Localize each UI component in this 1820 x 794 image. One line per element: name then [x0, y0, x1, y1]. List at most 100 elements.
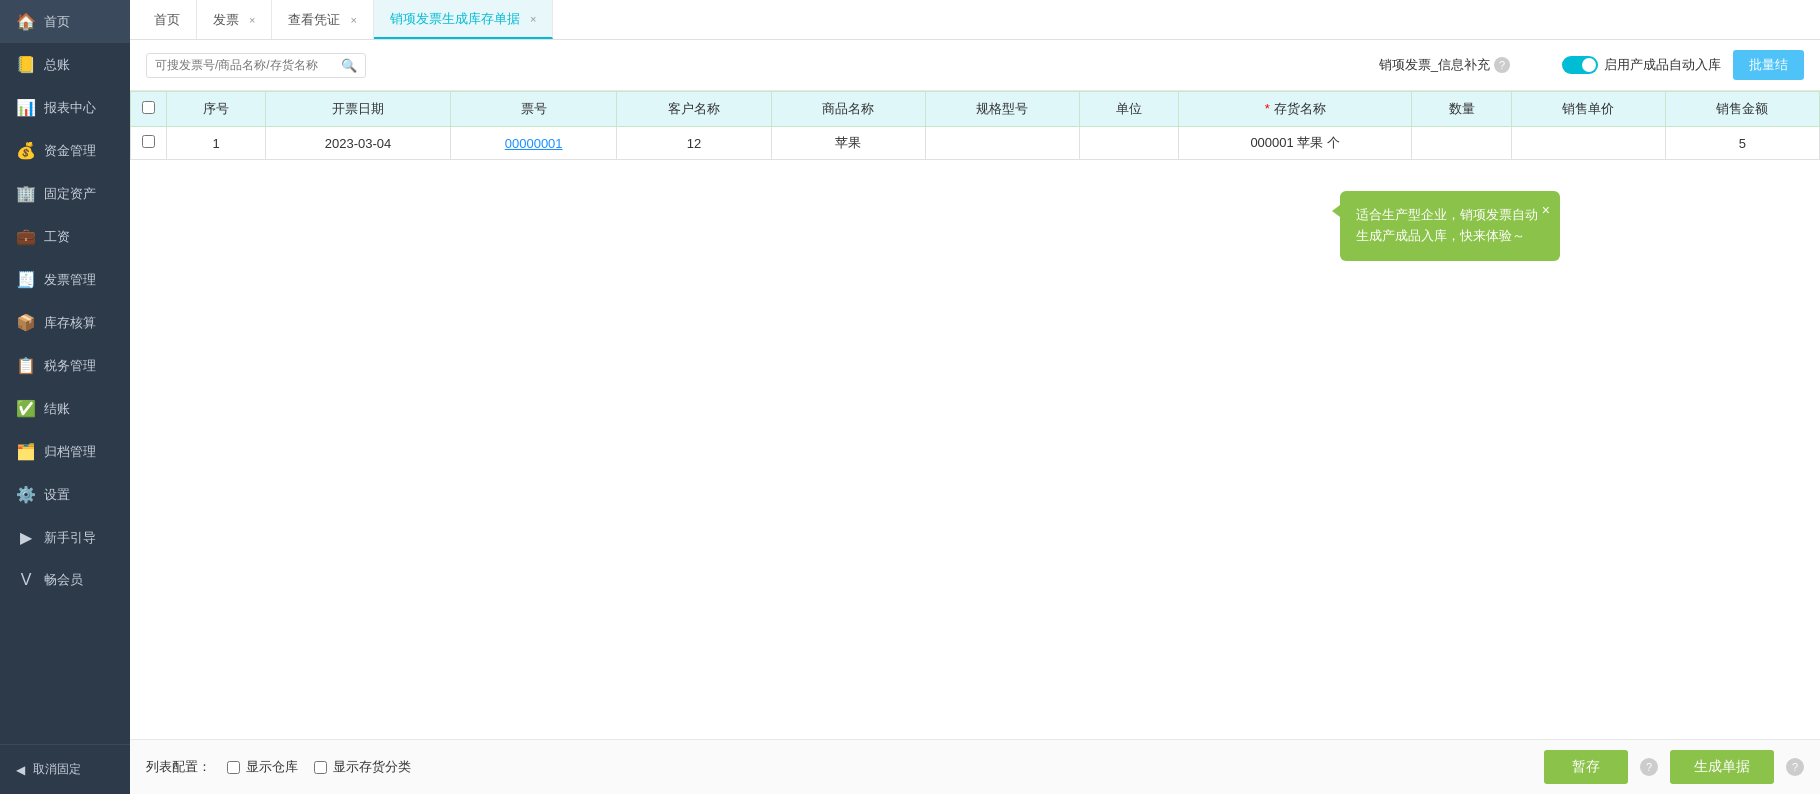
archive-icon: 🗂️	[16, 442, 36, 461]
sidebar-item-label: 固定资产	[44, 185, 96, 203]
toggle-label: 启用产成品自动入库	[1604, 56, 1721, 74]
table-wrap: 序号 开票日期 票号 客户名称 商品名称 规格型号 单位 存货名称 数量 销售单…	[130, 91, 1820, 739]
th-checkbox	[131, 92, 167, 127]
sidebar-item-report-center[interactable]: 📊 报表中心	[0, 86, 130, 129]
generate-help-icon[interactable]: ?	[1786, 758, 1804, 776]
show-category-check[interactable]: 显示存货分类	[314, 758, 411, 776]
footer: 列表配置： 显示仓库 显示存货分类 暂存 ? 生成单据 ?	[130, 739, 1820, 794]
sidebar-item-label: 首页	[44, 13, 70, 31]
info-label-text: 销项发票_信息补充	[1379, 56, 1490, 74]
sidebar-item-vip[interactable]: V 畅会员	[0, 559, 130, 601]
fund-icon: 💰	[16, 141, 36, 160]
inventory-icon: 📦	[16, 313, 36, 332]
sidebar-item-fund-management[interactable]: 💰 资金管理	[0, 129, 130, 172]
tab-sales-invoice-close[interactable]: ×	[530, 13, 536, 25]
td-unit	[1079, 127, 1178, 160]
auto-warehouse-toggle[interactable]	[1562, 56, 1598, 74]
td-date: 2023-03-04	[266, 127, 451, 160]
sidebar-item-label: 税务管理	[44, 357, 96, 375]
invoice-icon: 🧾	[16, 270, 36, 289]
sidebar-item-label: 归档管理	[44, 443, 96, 461]
vip-icon: V	[16, 571, 36, 589]
sidebar-item-fixed-assets[interactable]: 🏢 固定资产	[0, 172, 130, 215]
sidebar-item-closing[interactable]: ✅ 结账	[0, 387, 130, 430]
sidebar-item-label: 新手引导	[44, 529, 96, 547]
sidebar-item-wages[interactable]: 💼 工资	[0, 215, 130, 258]
show-warehouse-checkbox[interactable]	[227, 761, 240, 774]
sidebar-item-label: 资金管理	[44, 142, 96, 160]
tab-view-voucher-close[interactable]: ×	[350, 14, 356, 26]
sidebar-bottom: ◀ 取消固定	[0, 744, 130, 794]
assets-icon: 🏢	[16, 184, 36, 203]
tooltip-box: × 适合生产型企业，销项发票自动生成产成品入库，快来体验～	[1340, 191, 1560, 261]
tab-home[interactable]: 首页	[138, 0, 197, 39]
tab-invoice-close[interactable]: ×	[249, 14, 255, 26]
table-header-row: 序号 开票日期 票号 客户名称 商品名称 规格型号 单位 存货名称 数量 销售单…	[131, 92, 1820, 127]
sidebar-item-inventory-check[interactable]: 📦 库存核算	[0, 301, 130, 344]
tab-bar: 首页 发票 × 查看凭证 × 销项发票生成库存单据 ×	[130, 0, 1820, 40]
guide-icon: ▶	[16, 528, 36, 547]
select-all-checkbox[interactable]	[142, 101, 155, 114]
sidebar-item-invoice-management[interactable]: 🧾 发票管理	[0, 258, 130, 301]
th-ticket-no: 票号	[450, 92, 616, 127]
th-unit: 单位	[1079, 92, 1178, 127]
tab-home-label: 首页	[154, 11, 180, 29]
sidebar-item-home[interactable]: 🏠 首页	[0, 0, 130, 43]
search-icon: 🔍	[341, 58, 357, 73]
generate-button[interactable]: 生成单据	[1670, 750, 1774, 784]
sidebar-item-label: 工资	[44, 228, 70, 246]
tab-sales-invoice-label: 销项发票生成库存单据	[390, 10, 520, 28]
sidebar-item-new-guide[interactable]: ▶ 新手引导	[0, 516, 130, 559]
toggle-wrap: 启用产成品自动入库	[1562, 56, 1721, 74]
sidebar-item-label: 报表中心	[44, 99, 96, 117]
sidebar-item-tax-management[interactable]: 📋 税务管理	[0, 344, 130, 387]
toggle-knob	[1582, 58, 1596, 72]
sidebar-item-label: 结账	[44, 400, 70, 418]
row-checkbox[interactable]	[142, 135, 155, 148]
table-row: 1 2023-03-04 00000001 12 苹果 000001 苹果 个 …	[131, 127, 1820, 160]
td-spec	[925, 127, 1079, 160]
sidebar-item-archive-management[interactable]: 🗂️ 归档管理	[0, 430, 130, 473]
toolbar: 🔍 销项发票_信息补充 ? 启用产成品自动入库 批量结	[130, 40, 1820, 91]
sidebar-item-label: 设置	[44, 486, 70, 504]
td-checkbox	[131, 127, 167, 160]
td-ticket-no[interactable]: 00000001	[450, 127, 616, 160]
td-sales-amount: 5	[1665, 127, 1819, 160]
search-input[interactable]	[155, 58, 335, 72]
info-help-icon[interactable]: ?	[1494, 57, 1510, 73]
save-help-icon[interactable]: ?	[1640, 758, 1658, 776]
th-product-name: 商品名称	[771, 92, 925, 127]
show-warehouse-check[interactable]: 显示仓库	[227, 758, 298, 776]
th-spec: 规格型号	[925, 92, 1079, 127]
pin-toggle[interactable]: ◀ 取消固定	[0, 753, 130, 786]
td-quantity	[1412, 127, 1511, 160]
sidebar: 🏠 首页 📒 总账 📊 报表中心 💰 资金管理 🏢 固定资产 💼 工资 🧾 发票…	[0, 0, 130, 794]
batch-button[interactable]: 批量结	[1733, 50, 1804, 80]
th-customer: 客户名称	[617, 92, 771, 127]
save-button[interactable]: 暂存	[1544, 750, 1628, 784]
sidebar-item-label: 发票管理	[44, 271, 96, 289]
tab-invoice[interactable]: 发票 ×	[197, 0, 272, 39]
sidebar-item-label: 畅会员	[44, 571, 83, 589]
info-label: 销项发票_信息补充 ?	[1379, 56, 1510, 74]
tooltip-text: 适合生产型企业，销项发票自动生成产成品入库，快来体验～	[1356, 207, 1538, 243]
settings-icon: ⚙️	[16, 485, 36, 504]
ledger-icon: 📒	[16, 55, 36, 74]
show-category-label: 显示存货分类	[333, 758, 411, 776]
pin-label: 取消固定	[33, 761, 81, 778]
sidebar-item-general-ledger[interactable]: 📒 总账	[0, 43, 130, 86]
report-icon: 📊	[16, 98, 36, 117]
search-box[interactable]: 🔍	[146, 53, 366, 78]
list-config-label: 列表配置：	[146, 758, 211, 776]
sidebar-item-label: 库存核算	[44, 314, 96, 332]
show-warehouse-label: 显示仓库	[246, 758, 298, 776]
th-inventory-name: 存货名称	[1178, 92, 1412, 127]
sidebar-item-settings[interactable]: ⚙️ 设置	[0, 473, 130, 516]
show-category-checkbox[interactable]	[314, 761, 327, 774]
th-date: 开票日期	[266, 92, 451, 127]
th-seq: 序号	[167, 92, 266, 127]
tab-sales-invoice[interactable]: 销项发票生成库存单据 ×	[374, 0, 553, 39]
tab-view-voucher[interactable]: 查看凭证 ×	[272, 0, 373, 39]
tab-view-voucher-label: 查看凭证	[288, 11, 340, 29]
tooltip-close-button[interactable]: ×	[1542, 199, 1550, 221]
